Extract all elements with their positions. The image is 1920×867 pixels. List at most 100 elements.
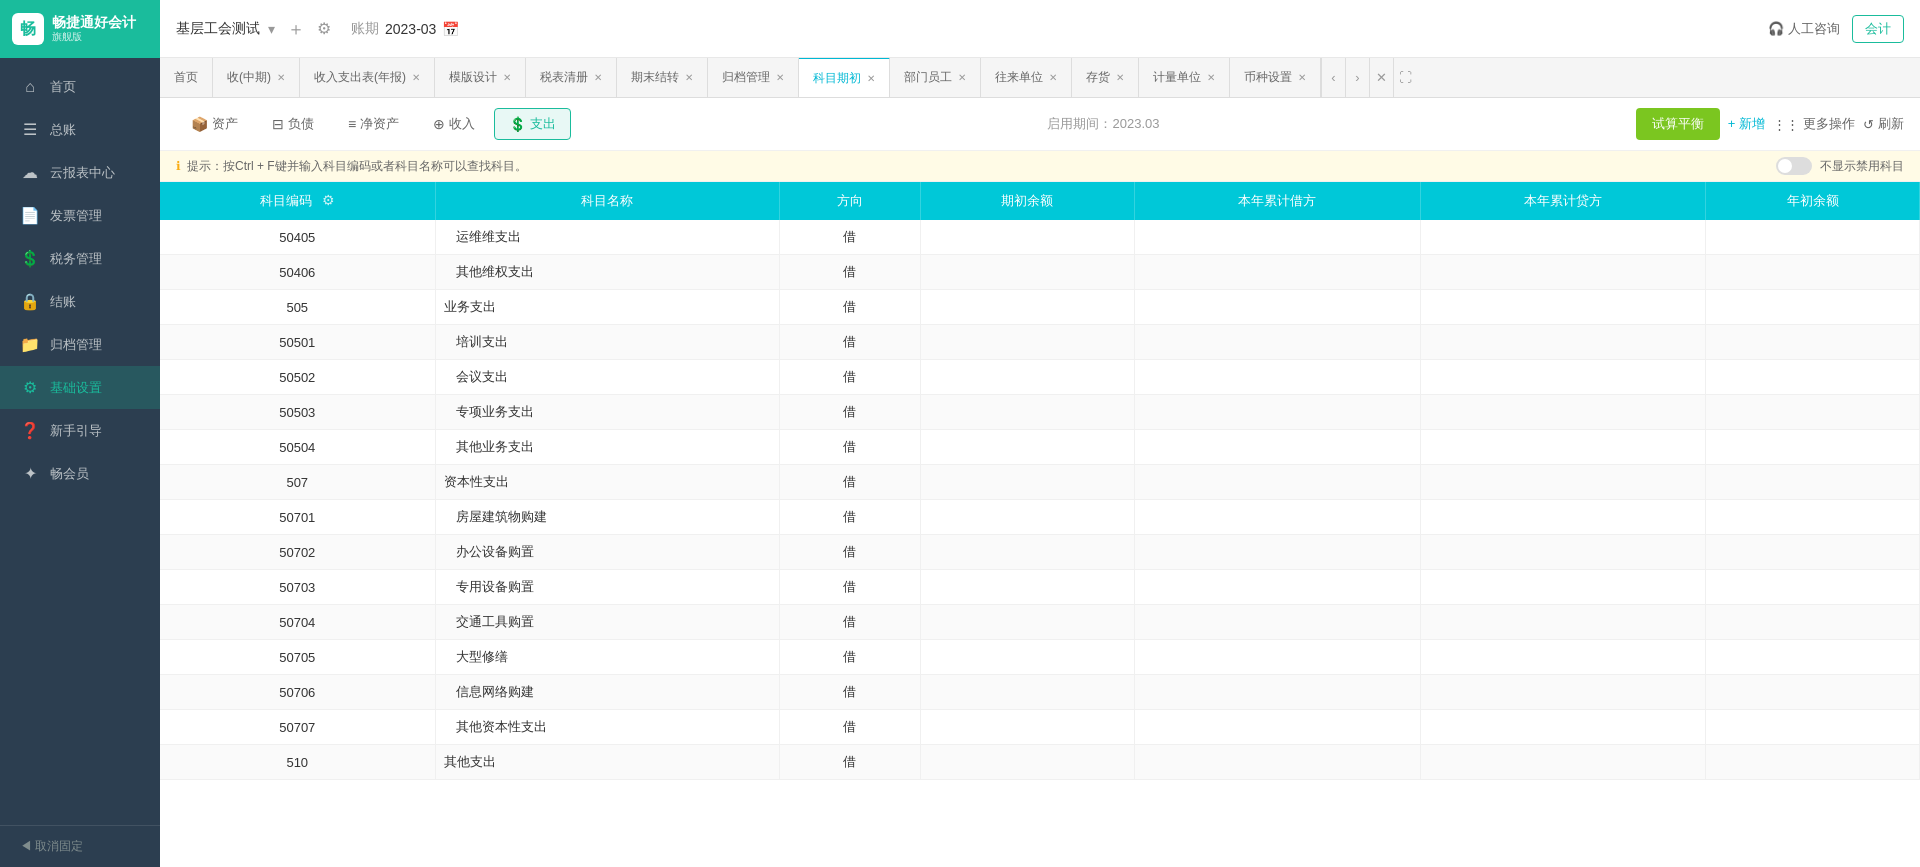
add-btn[interactable]: + 新增 (1728, 115, 1765, 133)
tab-next-btn[interactable]: › (1345, 58, 1369, 97)
tab-close-icon[interactable]: ✕ (412, 72, 420, 83)
table-row[interactable]: 50703 专用设备购置 借 (160, 570, 1920, 605)
disable-toggle[interactable] (1776, 157, 1812, 175)
table-row[interactable]: 50406 其他维权支出 借 (160, 255, 1920, 290)
tab-inventory[interactable]: 存货 ✕ (1072, 58, 1139, 97)
more-icon: ⋮⋮ (1773, 117, 1799, 132)
sidebar-item-ledger[interactable]: ☰ 总账 (0, 108, 160, 151)
sidebar-item-archive[interactable]: 📁 归档管理 (0, 323, 160, 366)
tab-close-icon[interactable]: ✕ (685, 72, 693, 83)
gear-icon[interactable]: ⚙ (317, 19, 331, 38)
logo-sub: 旗舰版 (52, 30, 136, 44)
tab-balance-mid[interactable]: 收(中期) ✕ (213, 58, 300, 97)
tab-dept[interactable]: 部门员工 ✕ (890, 58, 981, 97)
calendar-icon[interactable]: 📅 (442, 21, 459, 37)
period-selector[interactable]: 账期 2023-03 📅 (351, 20, 459, 38)
tab-close-icon[interactable]: ✕ (1116, 72, 1124, 83)
tab-close-icon[interactable]: ✕ (1207, 72, 1215, 83)
col-year-opening: 年初余额 (1706, 182, 1920, 220)
tab-close-icon[interactable]: ✕ (1298, 72, 1306, 83)
cell-ytd-credit (1420, 395, 1706, 430)
tab-customer[interactable]: 往来单位 ✕ (981, 58, 1072, 97)
sidebar-item-guide[interactable]: ❓ 新手引导 (0, 409, 160, 452)
cell-dir: 借 (779, 500, 921, 535)
table-row[interactable]: 510 其他支出 借 (160, 745, 1920, 780)
tab-income-year[interactable]: 收入支出表(年报) ✕ (300, 58, 435, 97)
table-row[interactable]: 50503 专项业务支出 借 (160, 395, 1920, 430)
cell-dir: 借 (779, 570, 921, 605)
cell-ytd-credit (1420, 360, 1706, 395)
cell-ytd-credit (1420, 570, 1706, 605)
more-btn[interactable]: ⋮⋮ 更多操作 (1773, 115, 1855, 133)
sidebar-item-tax[interactable]: 💲 税务管理 (0, 237, 160, 280)
project-selector[interactable]: 基层工会测试 ▾ (176, 20, 275, 38)
tab-tax-clear[interactable]: 税表清册 ✕ (526, 58, 617, 97)
sidebar-item-invoice[interactable]: 📄 发票管理 (0, 194, 160, 237)
table-row[interactable]: 50702 办公设备购置 借 (160, 535, 1920, 570)
table-row[interactable]: 50705 大型修缮 借 (160, 640, 1920, 675)
tab-period-close[interactable]: 期末结转 ✕ (617, 58, 708, 97)
tab-currency[interactable]: 币种设置 ✕ (1230, 58, 1321, 97)
refresh-btn[interactable]: ↺ 刷新 (1863, 115, 1904, 133)
table-row[interactable]: 505 业务支出 借 (160, 290, 1920, 325)
table-row[interactable]: 50501 培训支出 借 (160, 325, 1920, 360)
cell-opening-balance (921, 255, 1135, 290)
cell-opening-balance (921, 640, 1135, 675)
sidebar-item-settings[interactable]: ⚙ 基础设置 (0, 366, 160, 409)
content-area: 📦 资产 ⊟ 负债 ≡ 净资产 ⊕ 收入 💲 支出 启用期间：2023.03 试… (160, 98, 1920, 867)
table-row[interactable]: 50706 信息网络购建 借 (160, 675, 1920, 710)
tab-label: 税表清册 (540, 69, 588, 86)
tab-close-icon[interactable]: ✕ (503, 72, 511, 83)
cell-year-opening (1706, 395, 1920, 430)
sidebar-item-label: 结账 (50, 293, 76, 311)
cell-ytd-credit (1420, 500, 1706, 535)
tab-close-all-btn[interactable]: ✕ (1369, 58, 1393, 97)
subtab-income[interactable]: ⊕ 收入 (418, 108, 490, 140)
tab-label: 部门员工 (904, 69, 952, 86)
balance-btn[interactable]: 试算平衡 (1636, 108, 1720, 140)
sidebar-item-member[interactable]: ✦ 畅会员 (0, 452, 160, 495)
tab-close-icon[interactable]: ✕ (594, 72, 602, 83)
table-row[interactable]: 50707 其他资本性支出 借 (160, 710, 1920, 745)
table-row[interactable]: 507 资本性支出 借 (160, 465, 1920, 500)
tab-expand-btn[interactable]: ⛶ (1393, 58, 1417, 97)
tab-prev-btn[interactable]: ‹ (1321, 58, 1345, 97)
sidebar-item-label: 基础设置 (50, 379, 102, 397)
cell-ytd-credit (1420, 605, 1706, 640)
dropdown-arrow-icon[interactable]: ▾ (268, 21, 275, 37)
archive-icon: 📁 (20, 335, 40, 354)
table-row[interactable]: 50701 房屋建筑物购建 借 (160, 500, 1920, 535)
close-accounts-icon: 🔒 (20, 292, 40, 311)
cell-ytd-debit (1134, 500, 1420, 535)
subtab-net-asset[interactable]: ≡ 净资产 (333, 108, 414, 140)
subtab-asset[interactable]: 📦 资产 (176, 108, 253, 140)
tab-close-icon[interactable]: ✕ (277, 72, 285, 83)
tab-close-icon[interactable]: ✕ (1049, 72, 1057, 83)
sidebar-collapse-btn[interactable]: ◀ 取消固定 (0, 825, 160, 867)
tab-arch-mgmt[interactable]: 归档管理 ✕ (708, 58, 799, 97)
cell-dir: 借 (779, 360, 921, 395)
help-btn[interactable]: 🎧 人工咨询 (1768, 20, 1840, 38)
account-type-btn[interactable]: 会计 (1852, 15, 1904, 43)
table-row[interactable]: 50502 会议支出 借 (160, 360, 1920, 395)
add-project-icon[interactable]: ＋ (287, 17, 305, 41)
tab-template[interactable]: 模版设计 ✕ (435, 58, 526, 97)
sidebar-item-close[interactable]: 🔒 结账 (0, 280, 160, 323)
cell-ytd-debit (1134, 255, 1420, 290)
tab-close-icon[interactable]: ✕ (776, 72, 784, 83)
table-row[interactable]: 50704 交通工具购置 借 (160, 605, 1920, 640)
tab-unit[interactable]: 计量单位 ✕ (1139, 58, 1230, 97)
tab-label: 计量单位 (1153, 69, 1201, 86)
sidebar-item-home[interactable]: ⌂ 首页 (0, 66, 160, 108)
subtab-liability[interactable]: ⊟ 负债 (257, 108, 329, 140)
col-settings-icon[interactable]: ⚙ (322, 192, 335, 208)
sidebar-item-report[interactable]: ☁ 云报表中心 (0, 151, 160, 194)
tab-close-icon[interactable]: ✕ (958, 72, 966, 83)
table-row[interactable]: 50504 其他业务支出 借 (160, 430, 1920, 465)
table-row[interactable]: 50405 运维维支出 借 (160, 220, 1920, 255)
tab-close-icon[interactable]: ✕ (867, 73, 875, 84)
warning-icon: ℹ (176, 159, 181, 173)
tab-home[interactable]: 首页 (160, 58, 213, 97)
tab-subject-init[interactable]: 科目期初 ✕ (799, 58, 890, 97)
subtab-expense[interactable]: 💲 支出 (494, 108, 571, 140)
